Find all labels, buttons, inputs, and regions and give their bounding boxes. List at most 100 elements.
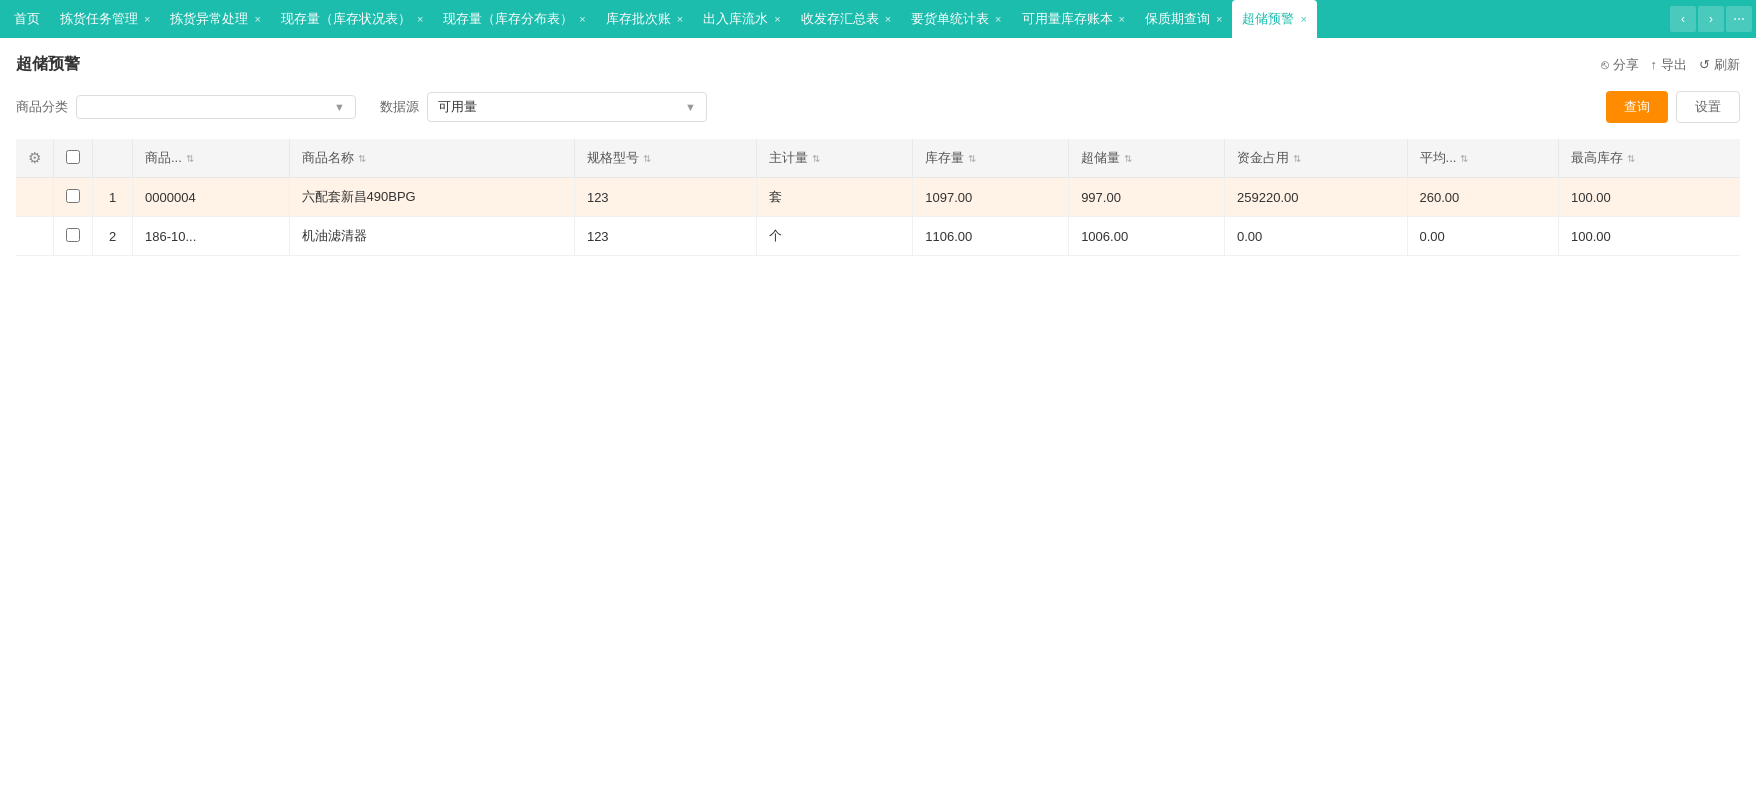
sort-spec-icon: ⇅ <box>643 153 651 164</box>
sort-capital-icon: ⇅ <box>1293 153 1301 164</box>
export-button[interactable]: ↑ 导出 <box>1651 56 1688 74</box>
row1-maxstock: 100.00 <box>1558 178 1740 217</box>
nav-prev-button[interactable]: ‹ <box>1670 6 1696 32</box>
export-icon: ↑ <box>1651 57 1658 72</box>
datasource-select[interactable]: 可用量 ▼ <box>427 92 707 122</box>
datasource-label: 数据源 <box>380 98 419 116</box>
close-stock-dist[interactable]: × <box>579 13 585 25</box>
row1-checkbox-cell <box>54 178 93 217</box>
row2-checkbox[interactable] <box>66 228 80 242</box>
datasource-filter: 数据源 可用量 ▼ <box>380 92 707 122</box>
col-avg-header[interactable]: 平均... ⇅ <box>1407 139 1558 178</box>
page-content: 超储预警 ⎋ 分享 ↑ 导出 ↺ 刷新 商品分类 ▼ 数据源 <box>0 38 1756 800</box>
nav-item-home[interactable]: 首页 <box>4 0 50 38</box>
nav-item-shelf-life[interactable]: 保质期查询 × <box>1135 0 1232 38</box>
close-requisition[interactable]: × <box>995 13 1001 25</box>
nav-arrows: ‹ › ⋯ <box>1668 6 1752 32</box>
row1-overstock: 997.00 <box>1069 178 1225 217</box>
table-settings-icon[interactable]: ⚙ <box>28 149 41 166</box>
col-spec-header[interactable]: 规格型号 ⇅ <box>574 139 757 178</box>
row2-spec: 123 <box>574 217 757 256</box>
setting-button[interactable]: 设置 <box>1676 91 1740 123</box>
select-all-checkbox[interactable] <box>66 150 80 164</box>
col-product-name-header[interactable]: 商品名称 ⇅ <box>289 139 574 178</box>
nav-bar: 首页 拣货任务管理 × 拣货异常处理 × 现存量（库存状况表） × 现存量（库存… <box>0 0 1756 38</box>
nav-item-requisition[interactable]: 要货单统计表 × <box>901 0 1011 38</box>
sort-maxstock-icon: ⇅ <box>1627 153 1635 164</box>
nav-more-button[interactable]: ⋯ <box>1726 6 1752 32</box>
row1-product-name: 六配套新昌490BPG <box>289 178 574 217</box>
close-pick-task[interactable]: × <box>144 13 150 25</box>
category-filter: 商品分类 ▼ <box>16 95 356 119</box>
row1-checkbox[interactable] <box>66 189 80 203</box>
nav-item-stock-status[interactable]: 现存量（库存状况表） × <box>271 0 433 38</box>
nav-item-summary[interactable]: 收发存汇总表 × <box>791 0 901 38</box>
nav-next-button[interactable]: › <box>1698 6 1724 32</box>
data-table: ⚙ 商品... ⇅ 商品名称 ⇅ <box>16 139 1740 256</box>
row2-avg: 0.00 <box>1407 217 1558 256</box>
col-unit-header[interactable]: 主计量 ⇅ <box>757 139 913 178</box>
sort-overstock-icon: ⇅ <box>1124 153 1132 164</box>
datasource-value: 可用量 <box>438 98 477 116</box>
header-actions: ⎋ 分享 ↑ 导出 ↺ 刷新 <box>1601 56 1741 74</box>
page-title: 超储预警 <box>16 54 80 75</box>
sort-stock-icon: ⇅ <box>968 153 976 164</box>
col-product-code-header[interactable]: 商品... ⇅ <box>133 139 290 178</box>
row1-stock: 1097.00 <box>913 178 1069 217</box>
row1-capital: 259220.00 <box>1225 178 1408 217</box>
category-select[interactable]: ▼ <box>76 95 356 119</box>
table-header-row: ⚙ 商品... ⇅ 商品名称 ⇅ <box>16 139 1740 178</box>
row2-product-name: 机油滤清器 <box>289 217 574 256</box>
close-pick-exception[interactable]: × <box>254 13 260 25</box>
refresh-icon: ↺ <box>1699 57 1710 72</box>
nav-item-batch[interactable]: 库存批次账 × <box>596 0 693 38</box>
row1-spec: 123 <box>574 178 757 217</box>
col-index-header <box>93 139 133 178</box>
table-row: 2 186-10... 机油滤清器 123 个 1106.00 1006.00 … <box>16 217 1740 256</box>
row1-product-code: 0000004 <box>133 178 290 217</box>
close-batch[interactable]: × <box>677 13 683 25</box>
col-maxstock-header[interactable]: 最高库存 ⇅ <box>1558 139 1740 178</box>
share-button[interactable]: ⎋ 分享 <box>1601 56 1639 74</box>
nav-item-pick-task[interactable]: 拣货任务管理 × <box>50 0 160 38</box>
sort-product-code-icon: ⇅ <box>186 153 194 164</box>
close-shelf-life[interactable]: × <box>1216 13 1222 25</box>
close-flow[interactable]: × <box>774 13 780 25</box>
close-stock-status[interactable]: × <box>417 13 423 25</box>
col-overstock-header[interactable]: 超储量 ⇅ <box>1069 139 1225 178</box>
row2-unit: 个 <box>757 217 913 256</box>
nav-item-flow[interactable]: 出入库流水 × <box>693 0 790 38</box>
row2-index: 2 <box>93 217 133 256</box>
col-stock-header[interactable]: 库存量 ⇅ <box>913 139 1069 178</box>
col-settings-header: ⚙ <box>16 139 54 178</box>
sort-unit-icon: ⇅ <box>812 153 820 164</box>
filter-area: 商品分类 ▼ 数据源 可用量 ▼ 查询 设置 <box>16 91 1740 123</box>
query-button[interactable]: 查询 <box>1606 91 1668 123</box>
row2-stock: 1106.00 <box>913 217 1069 256</box>
row1-avg: 260.00 <box>1407 178 1558 217</box>
col-checkbox-header <box>54 139 93 178</box>
refresh-button[interactable]: ↺ 刷新 <box>1699 56 1740 74</box>
row1-index: 1 <box>93 178 133 217</box>
col-capital-header[interactable]: 资金占用 ⇅ <box>1225 139 1408 178</box>
sort-avg-icon: ⇅ <box>1460 153 1468 164</box>
close-summary[interactable]: × <box>885 13 891 25</box>
row2-settings <box>16 217 54 256</box>
category-label: 商品分类 <box>16 98 68 116</box>
row2-maxstock: 100.00 <box>1558 217 1740 256</box>
row2-checkbox-cell <box>54 217 93 256</box>
datasource-dropdown-icon: ▼ <box>685 101 696 113</box>
filter-buttons: 查询 设置 <box>1606 91 1740 123</box>
nav-item-available[interactable]: 可用量库存账本 × <box>1012 0 1135 38</box>
category-dropdown-icon: ▼ <box>334 101 345 113</box>
nav-item-stock-dist[interactable]: 现存量（库存分布表） × <box>433 0 595 38</box>
close-overstock[interactable]: × <box>1300 13 1306 25</box>
sort-product-name-icon: ⇅ <box>358 153 366 164</box>
row1-settings <box>16 178 54 217</box>
close-available[interactable]: × <box>1119 13 1125 25</box>
nav-item-pick-exception[interactable]: 拣货异常处理 × <box>160 0 270 38</box>
row2-product-code: 186-10... <box>133 217 290 256</box>
page-header: 超储预警 ⎋ 分享 ↑ 导出 ↺ 刷新 <box>16 54 1740 75</box>
row2-overstock: 1006.00 <box>1069 217 1225 256</box>
nav-item-overstock[interactable]: 超储预警 × <box>1232 0 1316 38</box>
